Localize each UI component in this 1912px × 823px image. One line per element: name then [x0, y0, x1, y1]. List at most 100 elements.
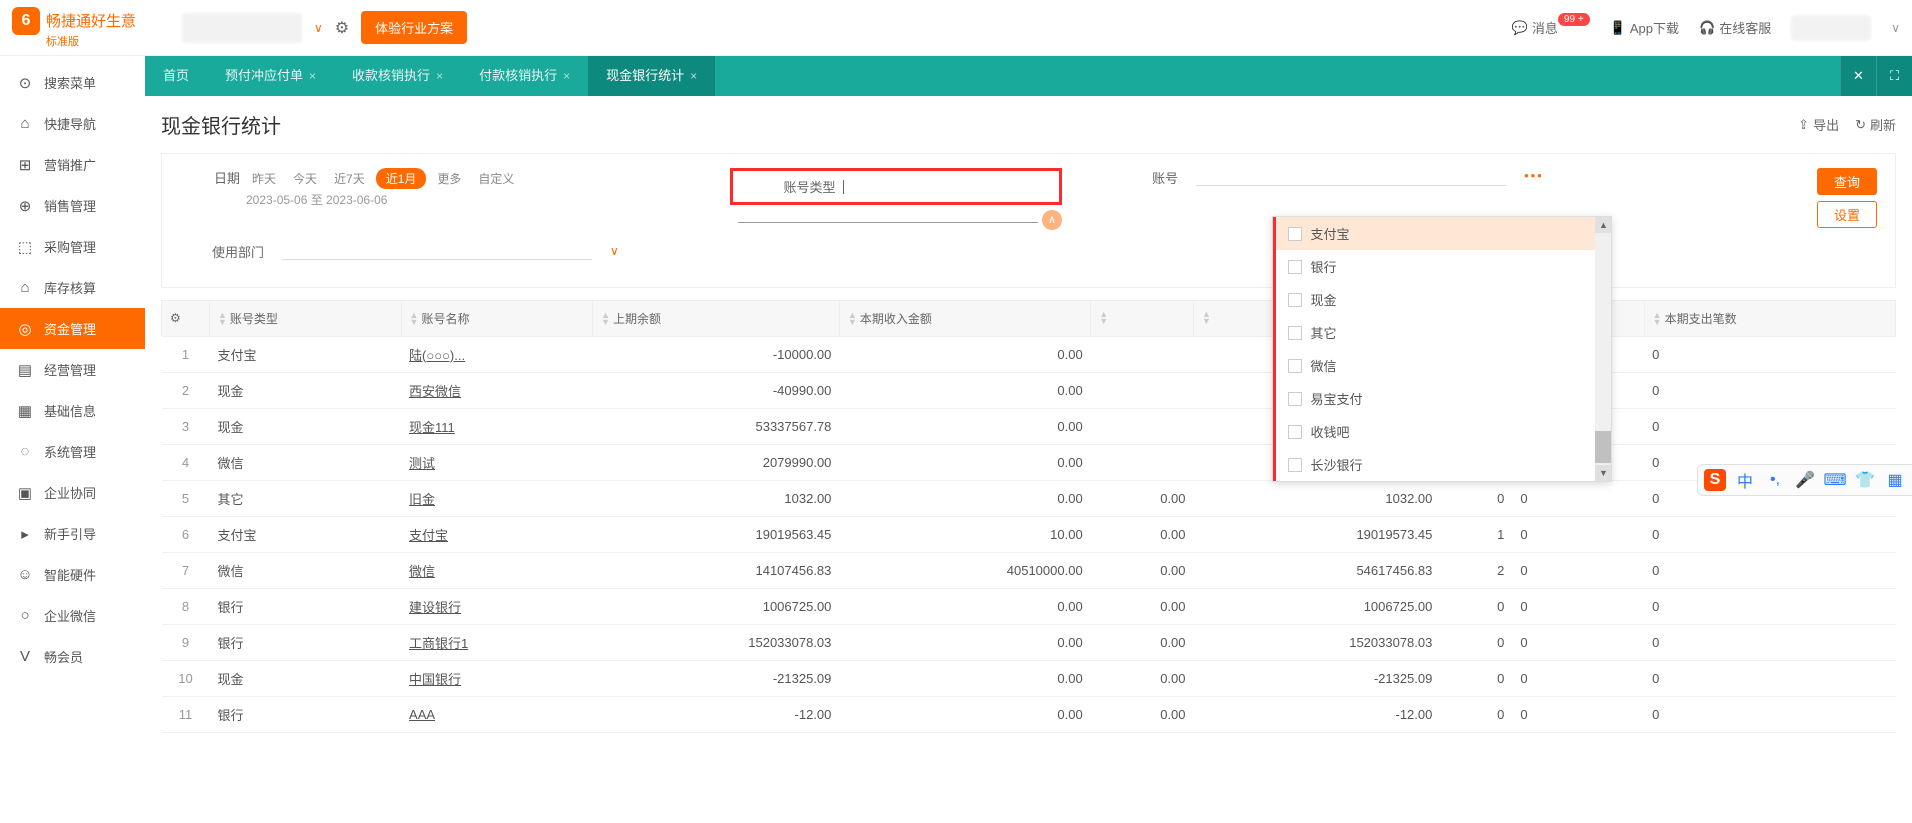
dropdown-item[interactable]: 长沙银行 — [1276, 448, 1611, 481]
table-header[interactable]: ▲▼账号类型 — [210, 300, 402, 336]
table-header[interactable]: ▲▼账号名称 — [401, 300, 593, 336]
chevron-down-icon[interactable]: ∨ — [1891, 21, 1900, 35]
account-link[interactable]: 旧金 — [409, 492, 435, 507]
account-link[interactable]: 微信 — [409, 564, 435, 579]
query-button[interactable]: 查询 — [1817, 168, 1877, 195]
date-token[interactable]: 更多 — [431, 168, 467, 189]
tabs-close-button[interactable]: ✕ — [1840, 56, 1876, 96]
nav-item[interactable]: ⌂库存核算 — [0, 267, 145, 308]
shirt-icon[interactable]: 👕 — [1854, 469, 1876, 491]
dropdown-item[interactable]: 支付宝 — [1276, 217, 1611, 250]
dropdown-item[interactable]: 易宝支付 — [1276, 382, 1611, 415]
gear-icon[interactable]: ⚙ — [170, 311, 181, 325]
dropdown-item[interactable]: 微信 — [1276, 349, 1611, 382]
date-token[interactable]: 近7天 — [328, 168, 371, 189]
checkbox-icon[interactable] — [1288, 260, 1302, 274]
nav-item[interactable]: ▣企业协同 — [0, 472, 145, 513]
table-header[interactable]: ▲▼本期支出笔数 — [1644, 300, 1895, 336]
checkbox-icon[interactable] — [1288, 458, 1302, 472]
export-button[interactable]: ⇪导出 — [1798, 115, 1839, 134]
tabs-expand-button[interactable]: ⛶ — [1876, 56, 1912, 96]
dept-input[interactable] — [282, 242, 592, 260]
scroll-up-icon[interactable]: ▲ — [1595, 217, 1611, 233]
account-link[interactable]: 陆(○○○)... — [409, 348, 465, 363]
gear-icon[interactable]: ⚙ — [335, 18, 349, 38]
account-link[interactable]: 建设银行 — [409, 600, 461, 615]
scroll-thumb[interactable] — [1595, 431, 1611, 463]
account-link[interactable]: 西安微信 — [409, 384, 461, 399]
checkbox-icon[interactable] — [1288, 392, 1302, 406]
settings-button[interactable]: 设置 — [1817, 201, 1877, 228]
account-link[interactable]: 现金111 — [409, 420, 455, 435]
nav-item[interactable]: ○企业微信 — [0, 595, 145, 636]
table-header[interactable]: ▲▼上期余额 — [593, 300, 840, 336]
collapse-icon[interactable]: ∧ — [1042, 210, 1062, 230]
dropdown-item[interactable]: 现金 — [1276, 283, 1611, 316]
nav-item[interactable]: ⬚采购管理 — [0, 226, 145, 267]
dropdown-item[interactable]: 银行 — [1276, 250, 1611, 283]
dropdown-item[interactable]: 收钱吧 — [1276, 415, 1611, 448]
ime-toolbar[interactable]: S 中 •, 🎤 ⌨ 👕 ▦ — [1697, 464, 1912, 496]
sort-icon[interactable]: ▲▼ — [1099, 311, 1108, 325]
nav-item[interactable]: ☺智能硬件 — [0, 554, 145, 595]
more-dots-icon[interactable]: ••• — [1524, 168, 1544, 183]
date-token[interactable]: 昨天 — [246, 168, 282, 189]
nav-item[interactable]: ⊞营销推广 — [0, 144, 145, 185]
sort-icon[interactable]: ▲▼ — [848, 312, 857, 326]
date-token[interactable]: 今天 — [287, 168, 323, 189]
sort-icon[interactable]: ▲▼ — [410, 312, 419, 326]
messages-link[interactable]: 💬 消息 99 + — [1512, 18, 1590, 37]
account-link[interactable]: 中国银行 — [409, 672, 461, 687]
nav-item[interactable]: ⌂快捷导航 — [0, 103, 145, 144]
checkbox-icon[interactable] — [1288, 359, 1302, 373]
checkbox-icon[interactable] — [1288, 293, 1302, 307]
sort-icon[interactable]: ▲▼ — [1202, 311, 1211, 325]
close-icon[interactable]: × — [436, 56, 443, 96]
date-token[interactable]: 自定义 — [472, 168, 520, 189]
account-input[interactable] — [1196, 168, 1506, 186]
account-link[interactable]: 支付宝 — [409, 528, 448, 543]
service-link[interactable]: 🎧 在线客服 — [1699, 18, 1771, 37]
chevron-down-icon[interactable]: ∨ — [314, 21, 323, 35]
account-link[interactable]: AAA — [409, 707, 435, 722]
close-icon[interactable]: × — [309, 56, 316, 96]
sort-icon[interactable]: ▲▼ — [1653, 312, 1662, 326]
nav-item[interactable]: ⊙搜索菜单 — [0, 62, 145, 103]
table-header[interactable]: ▲▼ — [1091, 300, 1194, 336]
nav-item[interactable]: ▸新手引导 — [0, 513, 145, 554]
nav-item[interactable]: ⊕销售管理 — [0, 185, 145, 226]
dropdown-scrollbar[interactable]: ▲ ▼ — [1595, 217, 1611, 481]
checkbox-icon[interactable] — [1288, 227, 1302, 241]
punct-icon[interactable]: •, — [1764, 469, 1786, 491]
trial-button[interactable]: 体验行业方案 — [361, 11, 467, 44]
tab[interactable]: 付款核销执行× — [461, 56, 588, 96]
close-icon[interactable]: × — [563, 56, 570, 96]
tab[interactable]: 首页 — [145, 56, 207, 96]
cn-icon[interactable]: 中 — [1734, 469, 1756, 491]
chevron-down-icon[interactable]: ∨ — [610, 244, 619, 258]
dropdown-item[interactable]: 其它 — [1276, 316, 1611, 349]
nav-item[interactable]: ◎资金管理 — [0, 308, 145, 349]
refresh-button[interactable]: ↻刷新 — [1855, 115, 1896, 134]
nav-item[interactable]: ◌系统管理 — [0, 431, 145, 472]
sogou-icon[interactable]: S — [1704, 469, 1726, 491]
scroll-down-icon[interactable]: ▼ — [1595, 465, 1611, 481]
table-header[interactable]: ⚙ — [162, 300, 210, 336]
app-download-link[interactable]: 📱 App下载 — [1610, 18, 1679, 37]
keyboard-icon[interactable]: ⌨ — [1824, 469, 1846, 491]
tab[interactable]: 预付冲应付单× — [207, 56, 334, 96]
sort-icon[interactable]: ▲▼ — [601, 312, 610, 326]
account-link[interactable]: 工商银行1 — [409, 636, 468, 651]
sort-icon[interactable]: ▲▼ — [218, 312, 227, 326]
grid-icon[interactable]: ▦ — [1884, 469, 1906, 491]
close-icon[interactable]: × — [690, 56, 697, 96]
account-link[interactable]: 测试 — [409, 456, 435, 471]
table-header[interactable]: ▲▼本期收入金额 — [839, 300, 1090, 336]
nav-item[interactable]: V畅会员 — [0, 636, 145, 677]
checkbox-icon[interactable] — [1288, 326, 1302, 340]
account-type-input[interactable] — [738, 205, 1038, 223]
date-token[interactable]: 近1月 — [376, 168, 427, 189]
tab[interactable]: 收款核销执行× — [334, 56, 461, 96]
mic-icon[interactable]: 🎤 — [1794, 469, 1816, 491]
nav-item[interactable]: ▦基础信息 — [0, 390, 145, 431]
